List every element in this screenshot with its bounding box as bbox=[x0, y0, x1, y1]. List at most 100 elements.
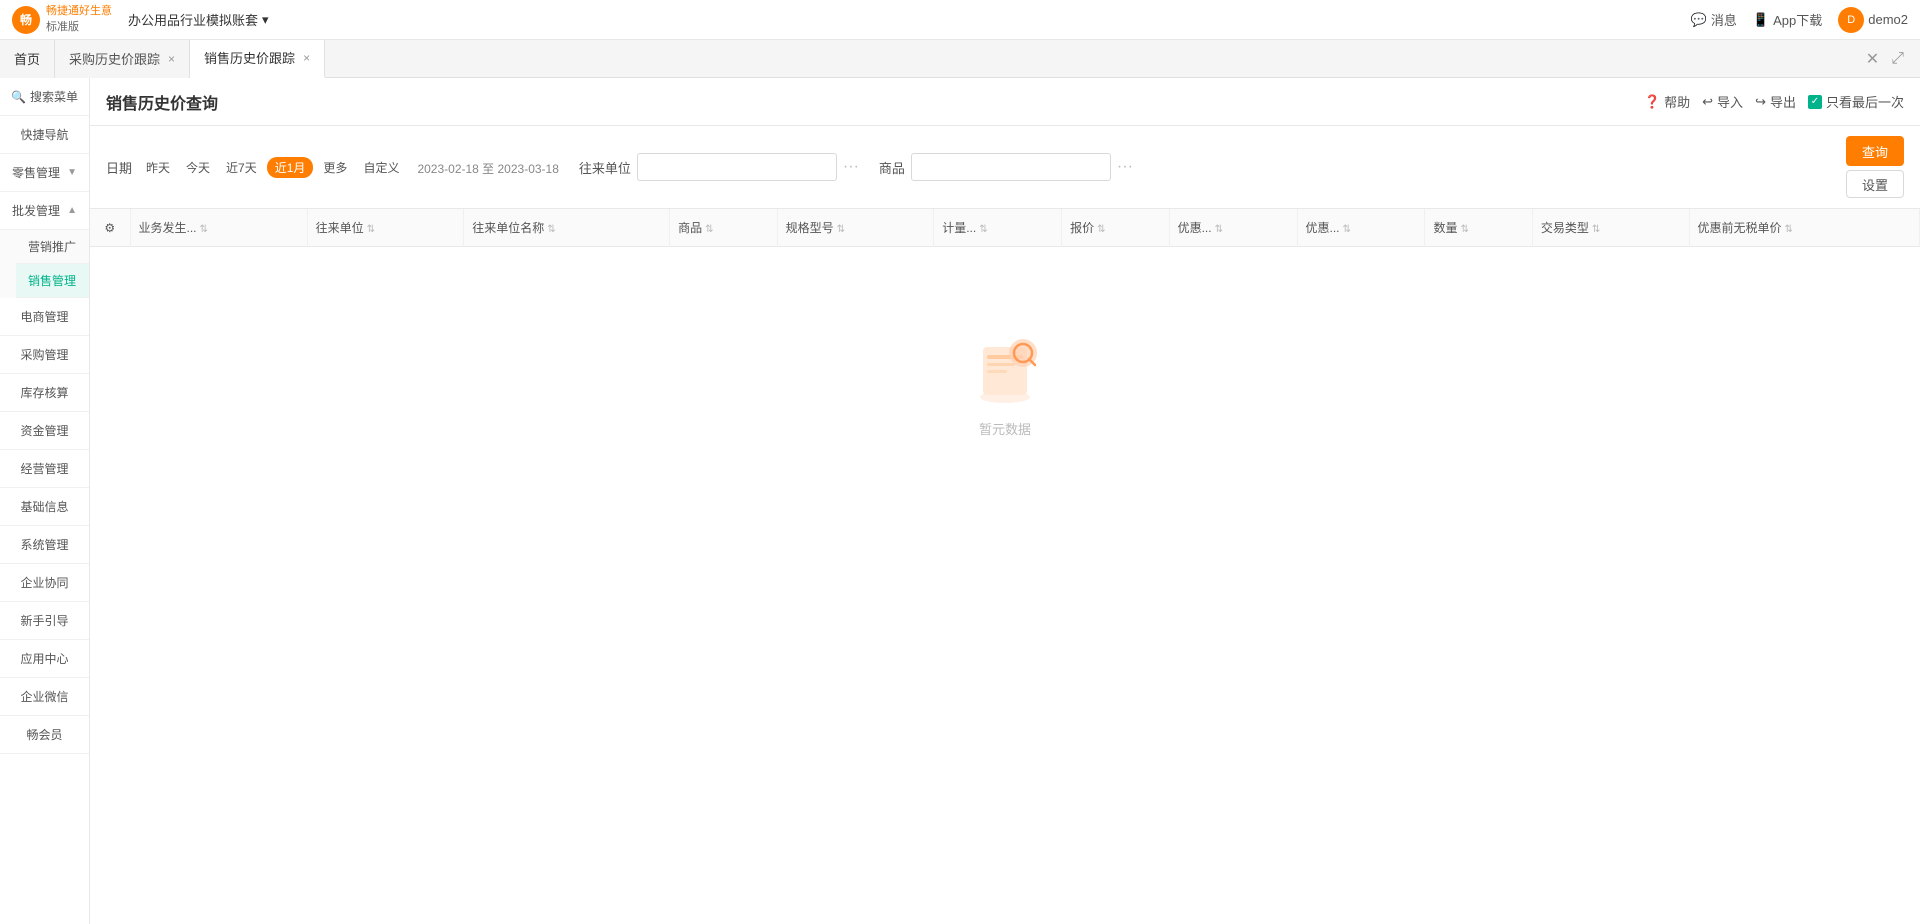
help-icon: ❓ bbox=[1644, 94, 1660, 110]
search-btn[interactable]: 查询 bbox=[1846, 136, 1904, 166]
col-qty[interactable]: 数量⇅ bbox=[1425, 209, 1532, 247]
date-filter-group: 日期 昨天 今天 近7天 近1月 更多 自定义 2023-02-18 至 202… bbox=[106, 157, 559, 178]
sidebar-item-operations[interactable]: 经营管理 bbox=[0, 450, 89, 488]
partner-input[interactable] bbox=[637, 153, 837, 181]
sidebar-item-guide[interactable]: 新手引导 bbox=[0, 602, 89, 640]
user-profile[interactable]: D demo2 bbox=[1838, 7, 1908, 33]
date-opt-today[interactable]: 今天 bbox=[180, 157, 216, 178]
sidebar-sub-wholesale: 营销推广 销售管理 bbox=[0, 230, 89, 298]
page-actions: ❓ 帮助 ↩ 导入 ↪ 导出 ✓ 只看最后一次 bbox=[1644, 92, 1904, 111]
sidebar-quick-nav-label: 快捷导航 bbox=[20, 126, 68, 143]
main-layout: 🔍 搜索菜单 快捷导航 零售管理 ▼ 批发管理 ▲ 营销推广 销售管理 电商管理… bbox=[0, 78, 1920, 924]
goods-dots-btn[interactable]: ··· bbox=[1117, 158, 1133, 176]
app-name: 畅捷通好生意 bbox=[46, 5, 112, 18]
logo-area: 畅 畅捷通好生意 标准版 bbox=[12, 5, 112, 34]
user-name: demo2 bbox=[1868, 12, 1908, 27]
empty-icon bbox=[965, 327, 1045, 407]
date-opt-more[interactable]: 更多 bbox=[317, 157, 353, 178]
window-maximize-btn[interactable]: ⤢ bbox=[1887, 48, 1908, 70]
app-sublabel: 标准版 bbox=[46, 18, 112, 34]
settings-btn[interactable]: 设置 bbox=[1846, 170, 1904, 198]
import-btn[interactable]: ↩ 导入 bbox=[1702, 92, 1743, 111]
sidebar-item-ecommerce[interactable]: 电商管理 bbox=[0, 298, 89, 336]
only-last-checkbox[interactable]: ✓ bbox=[1808, 95, 1822, 109]
import-icon: ↩ bbox=[1702, 94, 1713, 110]
only-last-label: 只看最后一次 bbox=[1826, 92, 1904, 111]
avatar: D bbox=[1838, 7, 1864, 33]
goods-label: 商品 bbox=[879, 158, 905, 177]
sidebar-item-quick-nav[interactable]: 快捷导航 bbox=[0, 116, 89, 154]
page-title: 销售历史价查询 bbox=[106, 90, 218, 114]
sidebar-guide-label: 新手引导 bbox=[20, 612, 68, 629]
sidebar-item-inventory[interactable]: 库存核算 bbox=[0, 374, 89, 412]
sidebar-item-basic-info[interactable]: 基础信息 bbox=[0, 488, 89, 526]
sidebar-item-purchase-mgmt[interactable]: 采购管理 bbox=[0, 336, 89, 374]
sidebar-item-marketing[interactable]: 营销推广 bbox=[16, 230, 89, 264]
sidebar-retail-label: 零售管理 bbox=[12, 164, 60, 181]
app-download-btn[interactable]: 📱 App下载 bbox=[1753, 10, 1822, 29]
col-goods[interactable]: 商品⇅ bbox=[670, 209, 777, 247]
tab-purchase[interactable]: 采购历史价跟踪 × bbox=[55, 40, 190, 78]
sidebar-item-wholesale[interactable]: 批发管理 ▲ bbox=[0, 192, 89, 230]
empty-text: 暂元数据 bbox=[979, 419, 1031, 438]
partner-filter-group: 往来单位 ··· bbox=[579, 153, 859, 181]
workspace-title: 办公用品行业模拟账套 bbox=[128, 10, 258, 29]
col-spec[interactable]: 规格型号⇅ bbox=[777, 209, 934, 247]
filter-bar: 日期 昨天 今天 近7天 近1月 更多 自定义 2023-02-18 至 202… bbox=[90, 126, 1920, 209]
tab-home[interactable]: 首页 bbox=[0, 40, 55, 78]
tab-sales-close[interactable]: × bbox=[303, 51, 310, 65]
col-unit[interactable]: 计量...⇅ bbox=[934, 209, 1062, 247]
sidebar: 🔍 搜索菜单 快捷导航 零售管理 ▼ 批发管理 ▲ 营销推广 销售管理 电商管理… bbox=[0, 78, 90, 924]
sidebar-item-retail[interactable]: 零售管理 ▼ bbox=[0, 154, 89, 192]
sidebar-item-member[interactable]: 畅会员 bbox=[0, 716, 89, 754]
export-btn[interactable]: ↪ 导出 bbox=[1755, 92, 1796, 111]
date-opt-custom[interactable]: 自定义 bbox=[357, 157, 405, 178]
workspace-dropdown[interactable]: 办公用品行业模拟账套 ▾ bbox=[120, 6, 277, 33]
col-trade-type[interactable]: 交易类型⇅ bbox=[1532, 209, 1689, 247]
sidebar-item-finance[interactable]: 资金管理 bbox=[0, 412, 89, 450]
partner-dots-btn[interactable]: ··· bbox=[843, 158, 859, 176]
col-partner-name[interactable]: 往来单位名称⇅ bbox=[464, 209, 670, 247]
col-pretax-price[interactable]: 优惠前无税单价⇅ bbox=[1689, 209, 1919, 247]
goods-input[interactable] bbox=[911, 153, 1111, 181]
sidebar-item-cooperation[interactable]: 企业协同 bbox=[0, 564, 89, 602]
sidebar-item-app-center[interactable]: 应用中心 bbox=[0, 640, 89, 678]
date-opt-last1m[interactable]: 近1月 bbox=[267, 157, 314, 178]
col-settings[interactable]: ⚙ bbox=[90, 209, 130, 247]
sidebar-search-label: 搜索菜单 bbox=[30, 88, 78, 105]
sidebar-enterprise-wechat-label: 企业微信 bbox=[20, 688, 68, 705]
tab-bar: 首页 采购历史价跟踪 × 销售历史价跟踪 × ✕ ⤢ bbox=[0, 40, 1920, 78]
only-last-checkbox-label[interactable]: ✓ 只看最后一次 bbox=[1808, 92, 1904, 111]
tab-sales[interactable]: 销售历史价跟踪 × bbox=[190, 40, 325, 78]
date-opt-yesterday[interactable]: 昨天 bbox=[140, 157, 176, 178]
sidebar-item-search[interactable]: 🔍 搜索菜单 bbox=[0, 78, 89, 116]
date-opt-last7[interactable]: 近7天 bbox=[220, 157, 263, 178]
help-btn[interactable]: ❓ 帮助 bbox=[1644, 92, 1690, 111]
content-area: 销售历史价查询 ❓ 帮助 ↩ 导入 ↪ 导出 ✓ 只看最后一次 bbox=[90, 78, 1920, 924]
tab-purchase-close[interactable]: × bbox=[168, 52, 175, 66]
sidebar-ecommerce-label: 电商管理 bbox=[20, 308, 68, 325]
col-quote[interactable]: 报价⇅ bbox=[1062, 209, 1169, 247]
table-container: ⚙ 业务发生...⇅ 往来单位⇅ 往来单位名称⇅ 商品⇅ 规格型号⇅ 计量...… bbox=[90, 209, 1920, 924]
sidebar-wholesale-label: 批发管理 bbox=[12, 202, 60, 219]
message-label: 消息 bbox=[1711, 10, 1737, 29]
tab-sales-label: 销售历史价跟踪 bbox=[204, 48, 295, 67]
col-partner-code[interactable]: 往来单位⇅ bbox=[307, 209, 464, 247]
tab-window-actions: ✕ ⤢ bbox=[1850, 47, 1920, 71]
col-discount2[interactable]: 优惠...⇅ bbox=[1297, 209, 1425, 247]
sidebar-item-enterprise-wechat[interactable]: 企业微信 bbox=[0, 678, 89, 716]
data-table: ⚙ 业务发生...⇅ 往来单位⇅ 往来单位名称⇅ 商品⇅ 规格型号⇅ 计量...… bbox=[90, 209, 1920, 247]
sidebar-member-label: 畅会员 bbox=[26, 726, 62, 743]
col-discount1[interactable]: 优惠...⇅ bbox=[1169, 209, 1297, 247]
window-close-btn[interactable]: ✕ bbox=[1862, 47, 1883, 71]
sidebar-operations-label: 经营管理 bbox=[20, 460, 68, 477]
date-label: 日期 bbox=[106, 158, 132, 177]
import-label: 导入 bbox=[1717, 92, 1743, 111]
message-btn[interactable]: 💬 消息 bbox=[1691, 10, 1737, 29]
sidebar-item-system[interactable]: 系统管理 bbox=[0, 526, 89, 564]
search-icon: 🔍 bbox=[11, 90, 26, 104]
filter-action-btns: 查询 设置 bbox=[1846, 136, 1904, 198]
col-biz-date[interactable]: 业务发生...⇅ bbox=[130, 209, 307, 247]
sidebar-item-sales-mgmt[interactable]: 销售管理 bbox=[16, 264, 89, 298]
logo-icon: 畅 bbox=[12, 6, 40, 34]
